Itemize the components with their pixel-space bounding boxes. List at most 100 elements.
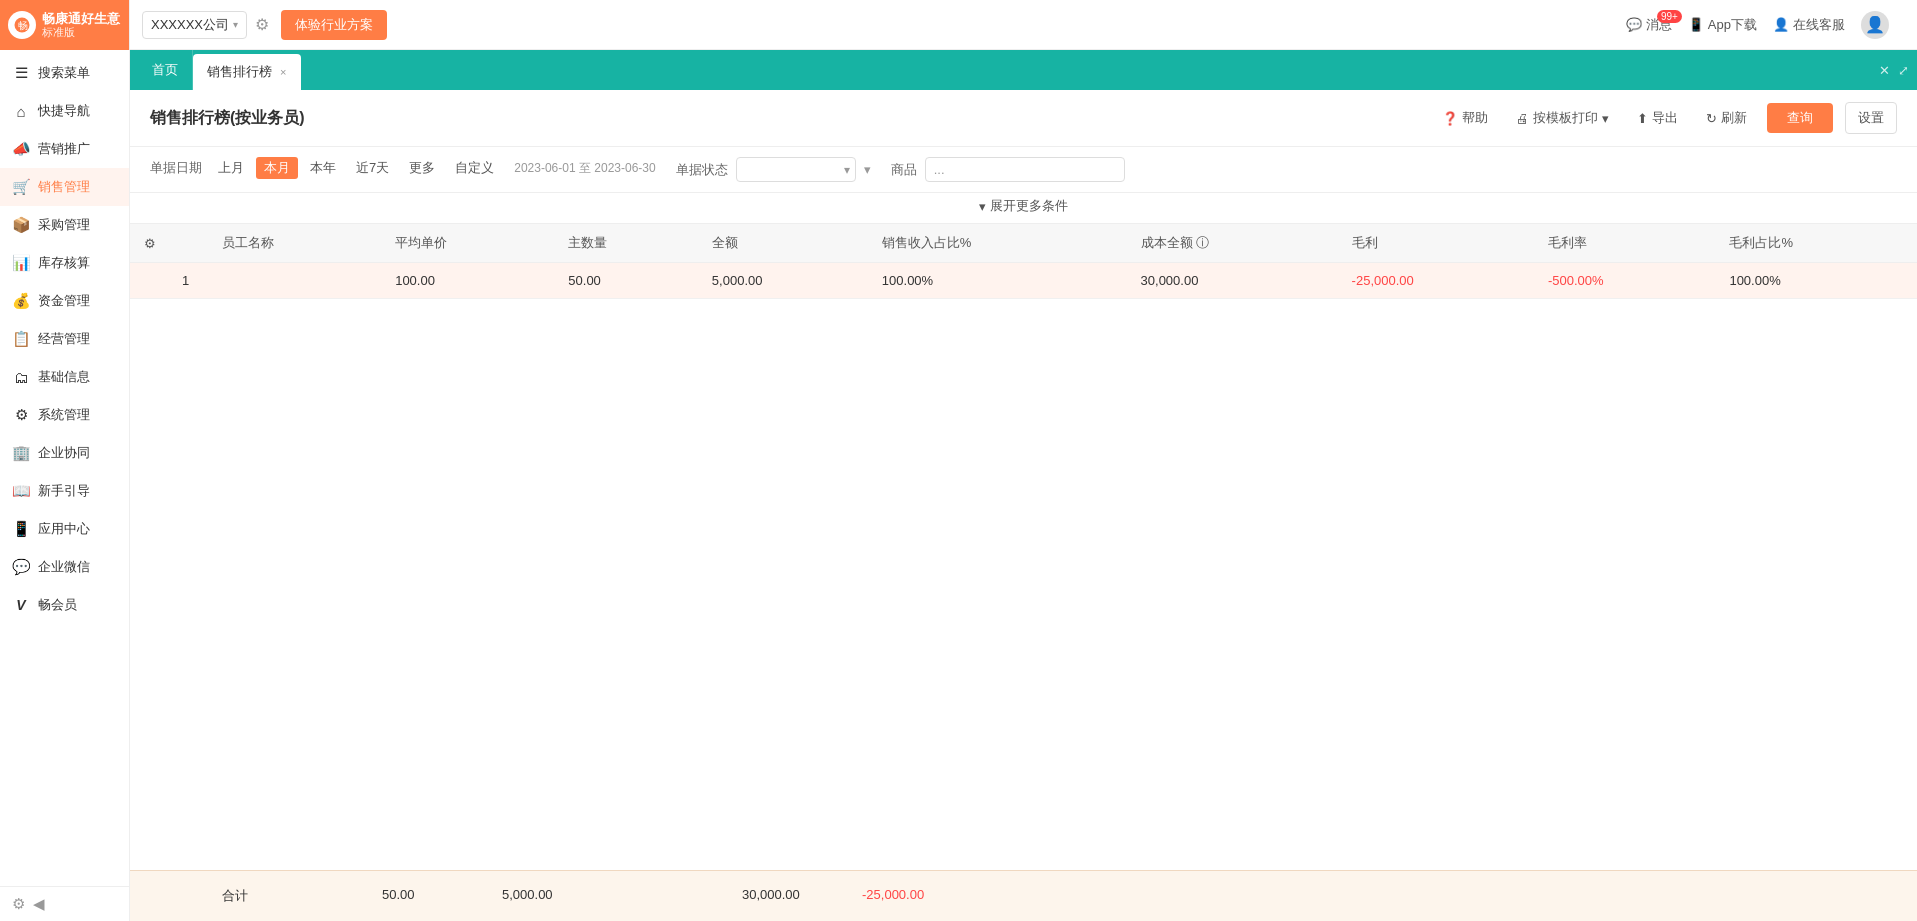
template-print-button[interactable]: 🖨 按模板打印 ▾ (1508, 105, 1617, 131)
sidebar-item-label: 快捷导航 (38, 102, 90, 120)
company-dropdown-icon: ▾ (233, 19, 238, 30)
export-button[interactable]: ⬆ 导出 (1629, 105, 1686, 131)
sidebar-footer: ⚙ ◀ (0, 886, 129, 921)
row-qty-cell: 50.00 (556, 263, 700, 299)
sidebar-item-funds[interactable]: 💰 资金管理 (0, 282, 129, 320)
app-download-action[interactable]: 📱 App下载 (1688, 16, 1757, 34)
export-icon: ⬆ (1637, 111, 1648, 126)
date-filter-label: 单据日期 (150, 159, 202, 177)
date-tab-this-year[interactable]: 本年 (302, 157, 344, 179)
goods-filter-label: 商品 (891, 161, 917, 179)
avatar-icon: 👤 (1865, 15, 1885, 34)
sidebar-item-quick-nav[interactable]: ⌂ 快捷导航 (0, 92, 129, 130)
sidebar-item-system[interactable]: ⚙ 系统管理 (0, 396, 129, 434)
sales-rank-table: ⚙ 员工名称 平均单价 主数量 全额 销售收入占比% 成本全额 ⓘ 毛利 毛利率… (130, 224, 1917, 299)
footer-qty: 50.00 (370, 881, 490, 911)
tab-close-icon[interactable]: × (280, 66, 286, 78)
tab-home[interactable]: 首页 (138, 50, 193, 90)
expand-conditions-button[interactable]: ▾ 展开更多条件 (979, 197, 1068, 215)
date-tab-last-month[interactable]: 上月 (210, 157, 252, 179)
tab-home-label: 首页 (152, 61, 178, 79)
query-button[interactable]: 查询 (1767, 103, 1833, 133)
sidebar-item-label: 营销推广 (38, 140, 90, 158)
row-gross-pct-cell: 100.00% (1717, 263, 1917, 299)
sidebar-item-enterprise[interactable]: 🏢 企业协同 (0, 434, 129, 472)
sidebar-settings-icon[interactable]: ⚙ (12, 895, 25, 913)
refresh-button[interactable]: ↻ 刷新 (1698, 105, 1755, 131)
row-gross-profit-cell: -25,000.00 (1340, 263, 1536, 299)
col-cost: 成本全额 ⓘ (1129, 224, 1340, 263)
logo-sub: 标准版 (42, 26, 120, 39)
row-rank-cell: 1 (170, 263, 210, 299)
sidebar-item-basic-info[interactable]: 🗂 基础信息 (0, 358, 129, 396)
topbar-gear-icon[interactable]: ⚙ (255, 15, 269, 34)
company-selector[interactable]: XXXXXX公司 ▾ (142, 11, 247, 39)
status-filter-group: 单据状态 ▾ (676, 157, 871, 182)
app-download-label: App下载 (1708, 16, 1757, 34)
content-area: 销售排行榜(按业务员) ❓ 帮助 🖨 按模板打印 ▾ ⬆ 导出 (130, 90, 1917, 921)
footer-spacer (610, 881, 730, 911)
purchase-icon: 📦 (12, 216, 30, 234)
sidebar-item-wechat[interactable]: 💬 企业微信 (0, 548, 129, 586)
refresh-icon: ↻ (1706, 111, 1717, 126)
sidebar-item-inventory[interactable]: 📊 库存核算 (0, 244, 129, 282)
settings-button[interactable]: 设置 (1845, 102, 1897, 134)
print-dropdown-icon: ▾ (1602, 111, 1609, 126)
help-label: 帮助 (1462, 109, 1488, 127)
col-settings[interactable]: ⚙ (130, 224, 170, 263)
window-maximize-icon[interactable]: ⤢ (1898, 63, 1909, 78)
col-amount: 全额 (700, 224, 870, 263)
table-footer: 合计 50.00 5,000.00 30,000.00 -25,000.00 (130, 870, 1917, 921)
sidebar-logo: 畅 畅康通好生意 标准版 (0, 0, 129, 50)
tab-sales-rank[interactable]: 销售排行榜 × (193, 54, 301, 90)
message-icon: 💬 (1626, 17, 1642, 32)
table-wrapper: ⚙ 员工名称 平均单价 主数量 全额 销售收入占比% 成本全额 ⓘ 毛利 毛利率… (130, 224, 1917, 870)
window-close-icon[interactable]: ✕ (1879, 63, 1890, 78)
expand-label: 展开更多条件 (990, 197, 1068, 215)
date-tab-custom[interactable]: 自定义 (447, 157, 502, 179)
wechat-icon: 💬 (12, 558, 30, 576)
date-tab-more[interactable]: 更多 (401, 157, 443, 179)
sidebar-item-purchase[interactable]: 📦 采购管理 (0, 206, 129, 244)
footer-amount: 5,000.00 (490, 881, 610, 911)
guide-icon: 📖 (12, 482, 30, 500)
date-filter-group: 单据日期 上月 本月 本年 近7天 更多 自定义 2023-06-01 至 20… (150, 157, 656, 179)
sidebar-item-search-order[interactable]: ☰ 搜索菜单 (0, 54, 129, 92)
sidebar-item-member[interactable]: V 畅会员 (0, 586, 129, 624)
col-gross-profit: 毛利 (1340, 224, 1536, 263)
company-name: XXXXXX公司 (151, 16, 229, 34)
help-button[interactable]: ❓ 帮助 (1434, 105, 1496, 131)
enterprise-icon: 🏢 (12, 444, 30, 462)
page-actions: ❓ 帮助 🖨 按模板打印 ▾ ⬆ 导出 ↻ 刷新 (1434, 102, 1897, 134)
app-center-icon: 📱 (12, 520, 30, 538)
sidebar-item-guide[interactable]: 📖 新手引导 (0, 472, 129, 510)
sidebar-item-operations[interactable]: 📋 经营管理 (0, 320, 129, 358)
online-service-action[interactable]: 👤 在线客服 (1773, 16, 1845, 34)
sidebar-item-marketing[interactable]: 📣 营销推广 (0, 130, 129, 168)
table-header-row: ⚙ 员工名称 平均单价 主数量 全额 销售收入占比% 成本全额 ⓘ 毛利 毛利率… (130, 224, 1917, 263)
help-icon: ❓ (1442, 111, 1458, 126)
footer-label-cell (130, 881, 210, 911)
status-select[interactable] (736, 157, 856, 182)
member-icon: V (12, 597, 30, 613)
goods-input-wrapper[interactable]: ... (925, 157, 1125, 182)
filter-bar: 单据日期 上月 本月 本年 近7天 更多 自定义 2023-06-01 至 20… (130, 147, 1917, 193)
date-tab-7days[interactable]: 近7天 (348, 157, 397, 179)
avatar[interactable]: 👤 (1861, 11, 1889, 39)
sidebar-item-app-center[interactable]: 📱 应用中心 (0, 510, 129, 548)
col-avg-price: 平均单价 (383, 224, 556, 263)
date-tab-this-month[interactable]: 本月 (256, 157, 298, 179)
sidebar-item-label: 企业协同 (38, 444, 90, 462)
message-action[interactable]: 💬 消息 99+ (1626, 16, 1672, 34)
table-settings-icon[interactable]: ⚙ (144, 236, 156, 251)
page-header: 销售排行榜(按业务员) ❓ 帮助 🖨 按模板打印 ▾ ⬆ 导出 (130, 90, 1917, 147)
sidebar-item-sales[interactable]: 🛒 销售管理 (0, 168, 129, 206)
row-amount-cell: 5,000.00 (700, 263, 870, 299)
status-select-wrapper (736, 157, 856, 182)
expand-icon: ▾ (979, 199, 986, 214)
sidebar-collapse-icon[interactable]: ◀ (33, 895, 45, 913)
operations-icon: 📋 (12, 330, 30, 348)
trial-button[interactable]: 体验行业方案 (281, 10, 387, 40)
goods-filter-group: 商品 ... (891, 157, 1125, 182)
col-name: 员工名称 (210, 224, 383, 263)
